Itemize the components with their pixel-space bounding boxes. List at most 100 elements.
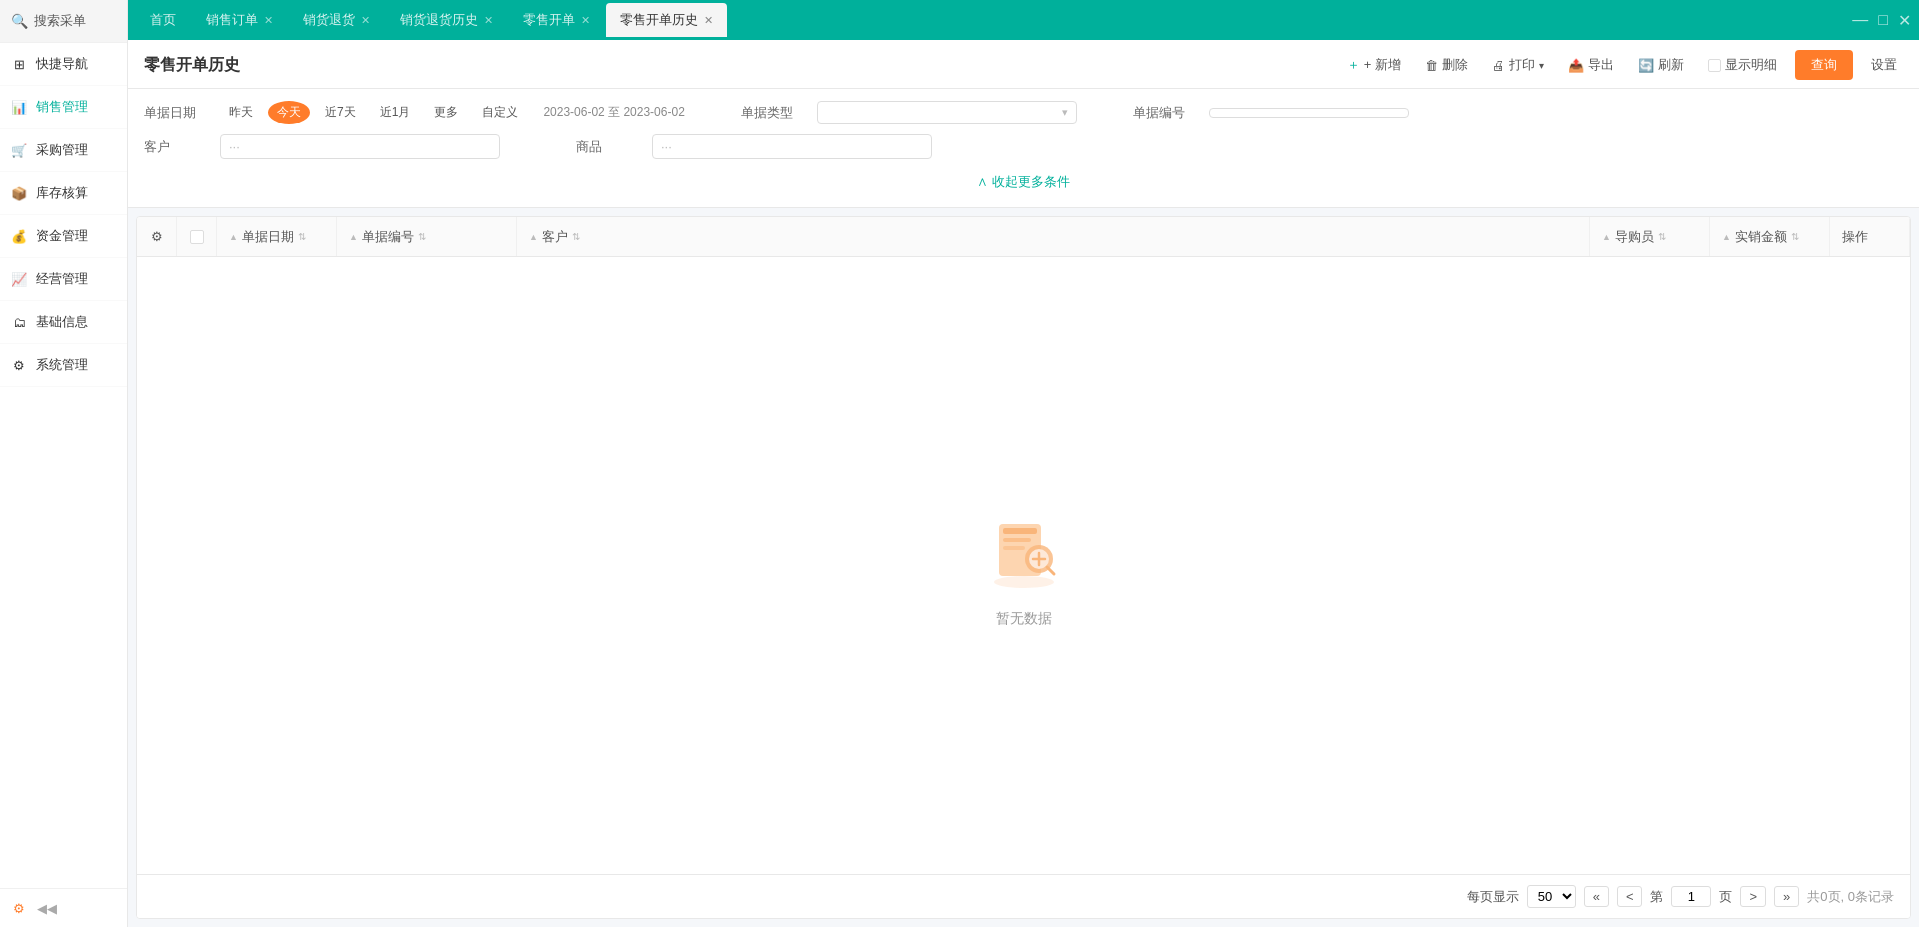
sidebar-item-sales[interactable]: 📊 销售管理 [0,86,127,129]
header-checkbox[interactable] [190,230,204,244]
delete-label: 删除 [1442,56,1468,74]
sidebar-item-label: 经营管理 [36,270,88,288]
print-button[interactable]: 🖨 打印 ▾ [1486,52,1550,78]
sidebar-item-purchase[interactable]: 🛒 采购管理 [0,129,127,172]
date-btn-today[interactable]: 今天 [268,101,310,124]
per-page-select[interactable]: 50 [1527,885,1576,908]
goods-input[interactable]: ··· [652,134,932,159]
settings-button[interactable]: 设置 [1865,52,1903,78]
collapse-button[interactable]: ∧ 收起更多条件 [969,169,1078,195]
sidebar-item-quick-nav[interactable]: ⊞ 快捷导航 [0,43,127,86]
th-guide[interactable]: ▲ 导购员 ⇅ [1590,217,1710,256]
th-guide-label: 导购员 [1615,228,1654,246]
column-settings-icon[interactable]: ⚙ [151,229,163,244]
th-date[interactable]: ▲ 单据日期 ⇅ [217,217,337,256]
prev-page-button[interactable]: < [1617,886,1643,907]
sidebar-item-label: 快捷导航 [36,55,88,73]
sidebar-item-label: 资金管理 [36,227,88,245]
page-number-input[interactable] [1671,886,1711,907]
order-type-label: 单据类型 [741,104,801,122]
system-icon: ⚙ [10,356,28,374]
svg-rect-2 [1003,528,1037,534]
goods-label: 商品 [576,138,636,156]
add-button[interactable]: ＋ + 新增 [1341,52,1407,78]
display-detail-button[interactable]: 显示明细 [1702,52,1783,78]
page-suffix-label: 页 [1719,888,1732,906]
refresh-icon: 🔄 [1638,58,1654,73]
first-page-button[interactable]: « [1584,886,1609,907]
customer-label: 客户 [144,138,204,156]
filter-row-1: 单据日期 昨天 今天 近7天 近1月 更多 自定义 2023-06-02 至 2… [144,101,1903,124]
table-header: ⚙ ▲ 单据日期 ⇅ ▲ 单据编号 ⇅ ▲ 客户 ⇅ [137,217,1910,257]
th-amount[interactable]: ▲ 实销金额 ⇅ [1710,217,1830,256]
tab-home-label: 首页 [150,11,176,29]
order-no-input[interactable] [1209,108,1409,118]
tab-sales-return-label: 销货退货 [303,11,355,29]
query-label: 查询 [1811,56,1837,74]
sort-up-icon: ▲ [229,232,238,242]
tab-sales-return-history[interactable]: 销货退货历史 ✕ [386,3,507,37]
tab-sales-return-close[interactable]: ✕ [361,14,370,27]
sidebar-item-inventory[interactable]: 📦 库存核算 [0,172,127,215]
filter-area: 单据日期 昨天 今天 近7天 近1月 更多 自定义 2023-06-02 至 2… [128,89,1919,208]
tab-sales-return[interactable]: 销货退货 ✕ [289,3,384,37]
sidebar-item-system[interactable]: ⚙ 系统管理 [0,344,127,387]
minimize-button[interactable]: — [1852,11,1868,29]
th-date-label: 单据日期 [242,228,294,246]
settings-gear-icon[interactable]: ⚙ [10,899,28,917]
tab-retail-open[interactable]: 零售开单 ✕ [509,3,604,37]
next-page-button[interactable]: > [1740,886,1766,907]
sidebar-item-finance[interactable]: 💰 资金管理 [0,215,127,258]
inventory-icon: 📦 [10,184,28,202]
tab-sales-return-history-close[interactable]: ✕ [484,14,493,27]
date-btn-7days[interactable]: 近7天 [316,101,365,124]
total-info: 共0页, 0条记录 [1807,888,1894,906]
customer-ellipsis: ··· [229,139,240,154]
close-button[interactable]: ✕ [1898,11,1911,30]
sort-icon5: ⇅ [1791,231,1799,242]
svg-rect-4 [1003,546,1025,550]
export-button[interactable]: 📤 导出 [1562,52,1620,78]
print-dropdown-icon: ▾ [1539,60,1544,71]
tab-sales-order-close[interactable]: ✕ [264,14,273,27]
sort-up-icon3: ▲ [529,232,538,242]
last-page-button[interactable]: » [1774,886,1799,907]
delete-button[interactable]: 🗑 删除 [1419,52,1474,78]
sidebar-bottom: ⚙ ◀◀ [0,888,127,927]
svg-point-0 [994,576,1054,588]
svg-rect-3 [1003,538,1031,542]
tab-retail-history-close[interactable]: ✕ [704,14,713,27]
order-no-label: 单据编号 [1133,104,1193,122]
th-order[interactable]: ▲ 单据编号 ⇅ [337,217,517,256]
customer-input[interactable]: ··· [220,134,500,159]
date-btn-1month[interactable]: 近1月 [371,101,420,124]
refresh-button[interactable]: 🔄 刷新 [1632,52,1690,78]
tab-retail-open-close[interactable]: ✕ [581,14,590,27]
order-type-select[interactable]: ▾ [817,101,1077,124]
print-label: 打印 [1509,56,1535,74]
th-checkbox[interactable] [177,217,217,256]
sidebar-search[interactable]: 搜索采单 [0,0,127,43]
date-btn-yesterday[interactable]: 昨天 [220,101,262,124]
maximize-button[interactable]: □ [1878,11,1888,29]
th-customer[interactable]: ▲ 客户 ⇅ [517,217,1590,256]
toolbar-actions: ＋ + 新增 🗑 删除 🖨 打印 ▾ 📤 导出 🔄 [1341,50,1903,80]
tab-home[interactable]: 首页 [136,3,190,37]
nav-icon: ⊞ [10,55,28,73]
date-btn-custom[interactable]: 自定义 [473,101,527,124]
date-btn-more[interactable]: 更多 [425,101,467,124]
th-settings[interactable]: ⚙ [137,217,177,256]
sort-up-icon5: ▲ [1722,232,1731,242]
query-button[interactable]: 查询 [1795,50,1853,80]
tab-sales-order[interactable]: 销售订单 ✕ [192,3,287,37]
sort-up-icon4: ▲ [1602,232,1611,242]
sidebar-item-label: 基础信息 [36,313,88,331]
sidebar-item-base-info[interactable]: 🗂 基础信息 [0,301,127,344]
sidebar-collapse-icon[interactable]: ◀◀ [38,899,56,917]
sidebar-item-operations[interactable]: 📈 经营管理 [0,258,127,301]
refresh-label: 刷新 [1658,56,1684,74]
sales-icon: 📊 [10,98,28,116]
tab-sales-order-label: 销售订单 [206,11,258,29]
tab-retail-history[interactable]: 零售开单历史 ✕ [606,3,727,37]
main-content: 首页 销售订单 ✕ 销货退货 ✕ 销货退货历史 ✕ 零售开单 ✕ 零售开单历史 … [128,0,1919,927]
